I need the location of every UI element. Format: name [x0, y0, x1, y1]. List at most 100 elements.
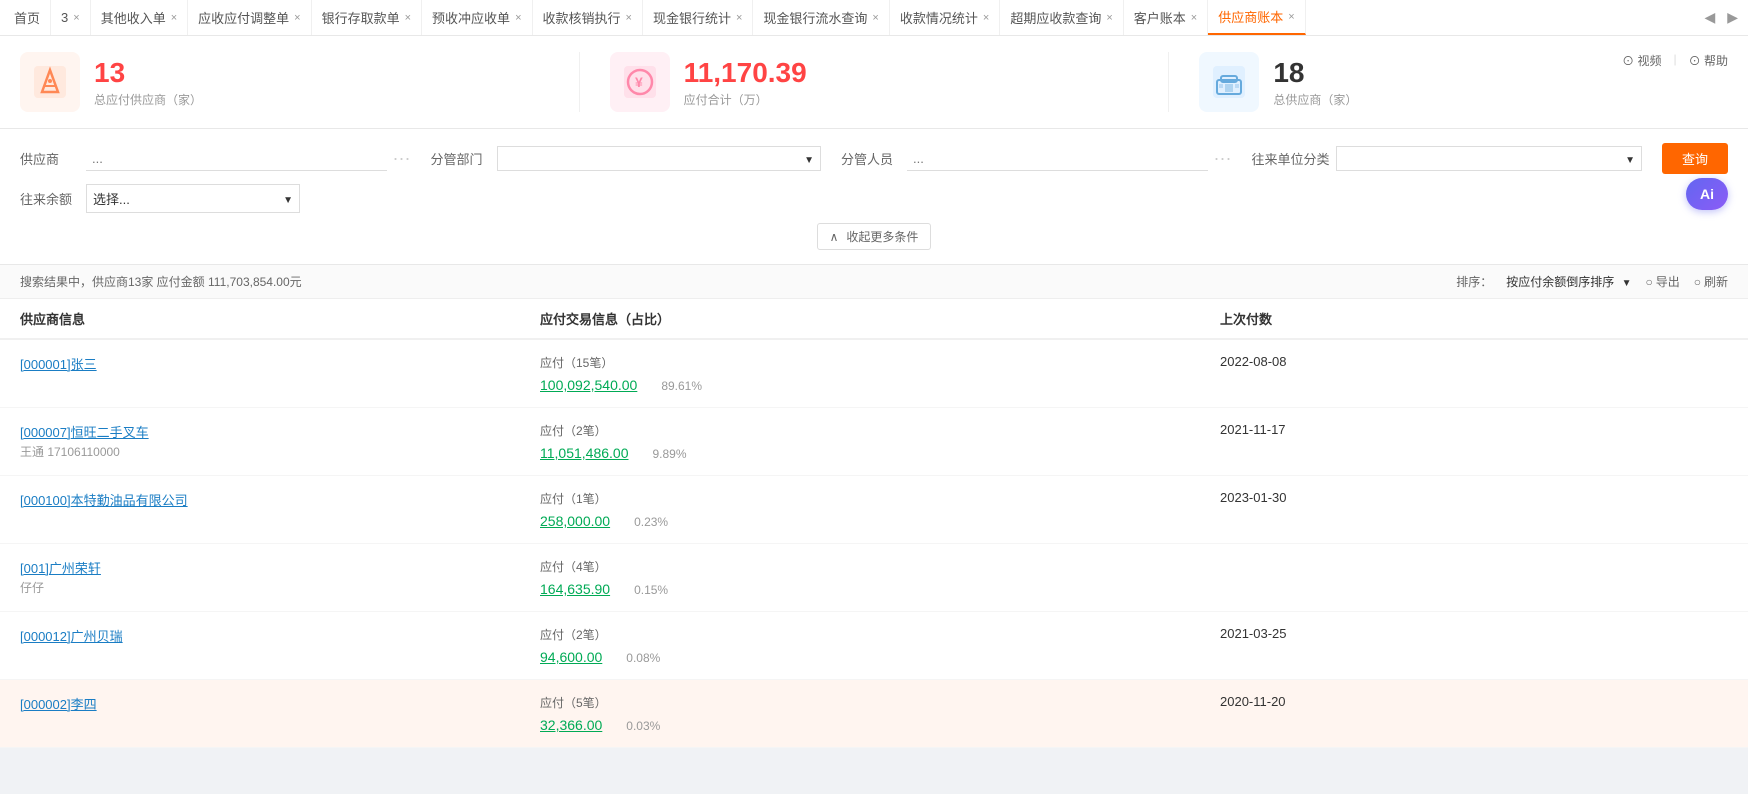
export-button[interactable]: ○ 导出 — [1645, 273, 1679, 290]
divider-1 — [579, 52, 580, 112]
filter-area: 供应商 ··· 分管部门 分管人员 ··· 往来单位分类 查询 往来余额 — [0, 129, 1748, 265]
filter-person: 分管人员 ··· — [841, 147, 1232, 171]
nav-bank-deposit[interactable]: 银行存取款单 × — [312, 0, 422, 35]
supplier-input[interactable] — [86, 147, 387, 171]
trans-amount[interactable]: 11,051,486.00 — [540, 445, 629, 461]
export-label: 导出 — [1656, 273, 1680, 290]
nav-home-label: 首页 — [14, 8, 40, 27]
close-icon[interactable]: × — [294, 12, 300, 24]
filter-row-2: 往来余额 选择... — [20, 184, 1728, 213]
supplier-info-cell: [000001]张三 — [20, 354, 540, 373]
help-link[interactable]: ⊙ 帮助 — [1689, 52, 1728, 69]
nav-supplier-ledger[interactable]: 供应商账本 × — [1208, 0, 1305, 35]
supplier-link[interactable]: [000002]李四 — [20, 694, 540, 713]
stat-block-1: 13 总应付供应商（家） — [20, 52, 549, 112]
nav-advance-receipt[interactable]: 预收冲应收单 × — [422, 0, 532, 35]
trans-amount[interactable]: 258,000.00 — [540, 513, 610, 529]
dept-select[interactable] — [497, 146, 822, 171]
trans-percent: 9.89% — [653, 447, 687, 461]
close-icon[interactable]: × — [872, 12, 878, 24]
close-icon[interactable]: × — [515, 12, 521, 24]
close-icon[interactable]: × — [983, 12, 989, 24]
sort-value[interactable]: 按应付余额倒序排序 — [1506, 273, 1631, 290]
total-supplier-count: 18 — [1273, 57, 1357, 89]
nav-overdue-query[interactable]: 超期应收款查询 × — [1000, 0, 1123, 35]
nav-arrows: ◀ ▶ — [1698, 9, 1744, 26]
supplier-sub: 王通 17106110000 — [20, 443, 540, 460]
nav-home[interactable]: 首页 — [4, 0, 51, 35]
close-icon[interactable]: × — [1191, 12, 1197, 24]
last-pay-cell: 2022-08-08 — [1220, 354, 1728, 369]
filter-row-1: 供应商 ··· 分管部门 分管人员 ··· 往来单位分类 查询 — [20, 143, 1728, 174]
payable-total-label: 应付合计（万） — [684, 91, 807, 108]
supplier-code: [000002] — [20, 697, 71, 712]
nav-collection-stats[interactable]: 收款情况统计 × — [890, 0, 1000, 35]
result-bar: 搜索结果中，供应商13家 应付金额 111,703,854.00元 排序： 按应… — [0, 265, 1748, 299]
trans-amount[interactable]: 32,366.00 — [540, 717, 602, 733]
trans-amount[interactable]: 94,600.00 — [540, 649, 602, 665]
supplier-code: [001] — [20, 561, 49, 576]
nav-other-income[interactable]: 其他收入单 × — [91, 0, 188, 35]
close-icon[interactable]: × — [736, 12, 742, 24]
close-icon[interactable]: × — [73, 12, 79, 24]
nav-prev-arrow[interactable]: ◀ — [1698, 9, 1721, 26]
total-supplier-label: 总供应商（家） — [1273, 91, 1357, 108]
supplier-link[interactable]: [000001]张三 — [20, 354, 540, 373]
trans-info-cell: 应付（2笔） 11,051,486.00 9.89% — [540, 422, 1220, 461]
person-dots: ··· — [1214, 148, 1232, 169]
last-pay-cell: 2021-03-25 — [1220, 626, 1728, 641]
last-pay-cell: 2021-11-17 — [1220, 422, 1728, 437]
close-icon[interactable]: × — [171, 12, 177, 24]
trans-percent: 0.23% — [634, 515, 668, 529]
balance-select[interactable]: 选择... — [86, 184, 300, 213]
nav-other-income-label: 其他收入单 — [101, 8, 166, 27]
sort-value-text: 按应付余额倒序排序 — [1506, 275, 1614, 289]
nav-customer-ledger[interactable]: 客户账本 × — [1124, 0, 1208, 35]
trans-amount[interactable]: 100,092,540.00 — [540, 377, 637, 393]
person-input[interactable] — [907, 147, 1208, 171]
result-actions: 排序： 按应付余额倒序排序 ○ 导出 ○ 刷新 — [1456, 273, 1728, 290]
category-select[interactable] — [1336, 146, 1642, 171]
close-icon[interactable]: × — [405, 12, 411, 24]
supplier-link[interactable]: [001]广州荣轩 — [20, 558, 540, 577]
close-icon[interactable]: × — [626, 12, 632, 24]
supplier-sub: 仔仔 — [20, 579, 540, 596]
nav-next-arrow[interactable]: ▶ — [1721, 9, 1744, 26]
header-stats: 13 总应付供应商（家） ¥ 11,170.39 应付合计（万） — [0, 36, 1748, 129]
refresh-icon: ○ — [1694, 275, 1701, 289]
nav-collection-exec[interactable]: 收款核销执行 × — [533, 0, 643, 35]
trans-info-cell: 应付（1笔） 258,000.00 0.23% — [540, 490, 1220, 529]
trans-percent: 0.03% — [626, 719, 660, 733]
trans-info-cell: 应付（2笔） 94,600.00 0.08% — [540, 626, 1220, 665]
nav-ar-ap-adjust-label: 应收应付调整单 — [198, 8, 289, 27]
supplier-link[interactable]: [000012]广州贝瑞 — [20, 626, 540, 645]
table-row: [000002]李四 应付（5笔） 32,366.00 0.03% 2020-1… — [0, 680, 1748, 748]
nav-cash-flow-query[interactable]: 现金银行流水查询 × — [753, 0, 889, 35]
chevron-down-icon — [1621, 151, 1635, 166]
refresh-button[interactable]: ○ 刷新 — [1694, 273, 1728, 290]
nav-overdue-query-label: 超期应收款查询 — [1010, 8, 1101, 27]
nav-ar-ap-adjust[interactable]: 应收应付调整单 × — [188, 0, 311, 35]
balance-select-value: 选择... — [93, 189, 130, 208]
svg-text:¥: ¥ — [635, 74, 643, 90]
close-icon[interactable]: × — [1106, 12, 1112, 24]
last-pay-date: 2023-01-30 — [1220, 490, 1287, 505]
nav-cash-bank-stats[interactable]: 现金银行统计 × — [643, 0, 753, 35]
ai-badge[interactable]: Ai — [1686, 178, 1728, 210]
supplier-link[interactable]: [000100]本特勤油品有限公司 — [20, 490, 540, 509]
trans-row: 11,051,486.00 9.89% — [540, 443, 1220, 461]
query-button[interactable]: 查询 — [1662, 143, 1728, 174]
trans-label: 应付（4笔） — [540, 558, 1220, 575]
close-icon[interactable]: × — [1288, 11, 1294, 23]
nav-customer-ledger-label: 客户账本 — [1134, 8, 1186, 27]
trans-amount[interactable]: 164,635.90 — [540, 581, 610, 597]
last-pay-date: 2021-11-17 — [1220, 422, 1286, 437]
nav-tab-3[interactable]: 3 × — [51, 0, 91, 35]
stat-text-2: 11,170.39 应付合计（万） — [684, 57, 807, 108]
supplier-name: 恒旺二手叉车 — [71, 425, 149, 440]
trans-label: 应付（1笔） — [540, 490, 1220, 507]
supplier-link[interactable]: [000007]恒旺二手叉车 — [20, 422, 540, 441]
video-link[interactable]: ⊙ 视频 — [1622, 52, 1661, 69]
collapse-button[interactable]: 收起更多条件 — [817, 223, 932, 250]
supplier-info-cell: [001]广州荣轩 仔仔 — [20, 558, 540, 596]
